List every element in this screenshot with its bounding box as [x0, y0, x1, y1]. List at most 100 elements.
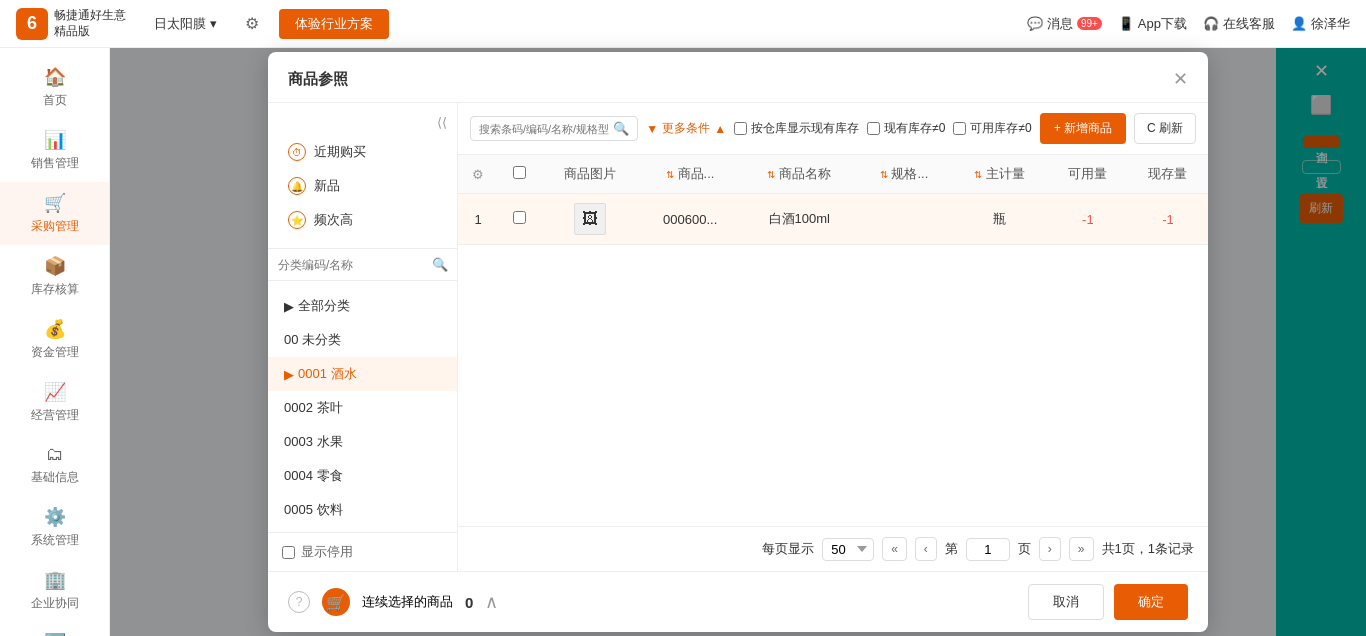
sidebar-label-business: 经营管理	[31, 407, 79, 424]
left-nav-new[interactable]: 🔔 新品	[278, 170, 447, 202]
sort-icon-spec: ⇅	[880, 169, 888, 180]
check-available-nonzero-filter[interactable]: 可用库存≠0	[953, 120, 1031, 137]
page-label: 第	[945, 540, 958, 558]
sidebar-item-finance[interactable]: 💰 资金管理	[0, 308, 109, 371]
category-0001-label: 0001 酒水	[298, 365, 357, 383]
settings-button[interactable]: ⚙	[237, 10, 267, 37]
left-nav-frequent[interactable]: ⭐ 频次高	[278, 204, 447, 236]
sidebar-item-inventory[interactable]: 📦 库存核算	[0, 245, 109, 308]
confirm-button[interactable]: 确定	[1114, 584, 1188, 620]
per-page-select[interactable]: 50 100	[822, 538, 874, 561]
category-list: ▶ 全部分类 00 未分类 ▶ 0001 酒水 0002 茶	[268, 281, 457, 532]
phone-icon: 📱	[1118, 16, 1134, 31]
new-icon: 🔔	[288, 177, 306, 195]
select-all-checkbox[interactable]	[513, 166, 526, 179]
right-toolbar: 🔍 ▼ 更多条件 ▲ 按仓库显示现有库存	[458, 103, 1208, 155]
category-search-input[interactable]	[278, 258, 428, 272]
th-code[interactable]: ⇅ 商品...	[639, 155, 741, 194]
main-content: ✕ ⬜ 查询 设置 刷新 商品参照 ✕	[110, 48, 1366, 636]
collapse-footer-icon[interactable]: ∧	[485, 591, 498, 613]
per-page-label: 每页显示	[762, 540, 814, 558]
purchase-icon: 🛒	[44, 192, 66, 214]
table-row[interactable]: 1 🖼 000600... 白酒100ml 瓶	[458, 194, 1208, 245]
th-settings[interactable]: ⚙	[458, 155, 498, 194]
category-0004[interactable]: 0004 零食	[268, 459, 457, 493]
th-name[interactable]: ⇅ 商品名称	[741, 155, 857, 194]
prev-page-button[interactable]: ‹	[915, 537, 937, 561]
stock-nonzero-label: 现有库存≠0	[884, 120, 945, 137]
category-all[interactable]: ▶ 全部分类	[268, 289, 457, 323]
cancel-button[interactable]: 取消	[1028, 584, 1104, 620]
show-disabled-checkbox[interactable]	[282, 546, 295, 559]
user-avatar[interactable]: 👤 徐泽华	[1291, 15, 1350, 33]
app-download-item[interactable]: 📱 App下载	[1118, 15, 1187, 33]
category-0005[interactable]: 0005 饮料	[268, 493, 457, 527]
sidebar-item-purchase[interactable]: 🛒 采购管理	[0, 182, 109, 245]
inventory-icon: 📦	[44, 255, 66, 277]
row-select-checkbox[interactable]	[513, 211, 526, 224]
product-search-input[interactable]	[479, 123, 609, 135]
help-icon[interactable]: ?	[288, 591, 310, 613]
category-0002[interactable]: 0002 茶叶	[268, 391, 457, 425]
sidebar-item-system[interactable]: ⚙️ 系统管理	[0, 496, 109, 559]
th-spec[interactable]: ⇅ 规格...	[857, 155, 951, 194]
modal-close-button[interactable]: ✕	[1173, 68, 1188, 90]
next-page-button[interactable]: ›	[1039, 537, 1061, 561]
online-service-item[interactable]: 🎧 在线客服	[1203, 15, 1275, 33]
row-name: 白酒100ml	[741, 194, 857, 245]
category-00[interactable]: 00 未分类	[268, 323, 457, 357]
sidebar-item-sales[interactable]: 📊 销售管理	[0, 119, 109, 182]
sort-icon-code: ⇅	[666, 169, 674, 180]
th-image: 商品图片	[540, 155, 639, 194]
logo-text: 畅捷通好生意精品版	[54, 8, 126, 39]
page-suffix: 页	[1018, 540, 1031, 558]
modal-overlay: 商品参照 ✕ ⟨⟨ ⏱ 近期购买	[110, 48, 1366, 636]
messages-label: 消息	[1047, 15, 1073, 33]
more-filter-button[interactable]: ▼ 更多条件 ▲	[646, 120, 726, 137]
collapse-left-button[interactable]: ⟨⟨	[437, 115, 447, 130]
finance-icon: 💰	[44, 318, 66, 340]
app-download-label: App下载	[1138, 15, 1187, 33]
try-industry-button[interactable]: 体验行业方案	[279, 9, 389, 39]
sidebar-item-home[interactable]: 🏠 首页	[0, 56, 109, 119]
show-disabled-label: 显示停用	[301, 543, 353, 561]
th-checkbox[interactable]	[498, 155, 540, 194]
category-0003[interactable]: 0003 水果	[268, 425, 457, 459]
last-page-button[interactable]: »	[1069, 537, 1094, 561]
home-icon: 🏠	[44, 66, 66, 88]
sidebar-item-basic[interactable]: 🗂 基础信息	[0, 434, 109, 496]
total-label: 共1页，1条记录	[1102, 540, 1194, 558]
frequent-icon: ⭐	[288, 211, 306, 229]
first-page-button[interactable]: «	[882, 537, 907, 561]
new-label: 新品	[314, 177, 340, 195]
warehouse-checkbox[interactable]	[734, 122, 747, 135]
cart-icon[interactable]: 🛒	[322, 588, 350, 616]
category-0004-label: 0004 零食	[284, 467, 343, 485]
category-0001[interactable]: ▶ 0001 酒水	[268, 357, 457, 391]
row-code: 000600...	[639, 194, 741, 245]
add-product-button[interactable]: + 新增商品	[1040, 113, 1126, 144]
page-input[interactable]	[966, 538, 1010, 561]
check-stock-nonzero-filter[interactable]: 现有库存≠0	[867, 120, 945, 137]
chevron-down-icon: ▾	[210, 16, 217, 31]
row-checkbox[interactable]	[498, 194, 540, 245]
modal-footer: ? 🛒 连续选择的商品 0 ∧ 取消 确定	[268, 571, 1208, 632]
category-search: 🔍	[268, 249, 457, 281]
left-nav-recent[interactable]: ⏱ 近期购买	[278, 136, 447, 168]
th-unit[interactable]: ⇅ 主计量	[951, 155, 1048, 194]
row-unit: 瓶	[951, 194, 1048, 245]
stock-nonzero-checkbox[interactable]	[867, 122, 880, 135]
messages-nav-item[interactable]: 💬 消息 99	[1027, 15, 1102, 33]
product-search-box: 🔍	[470, 116, 638, 141]
sidebar-item-collab[interactable]: 🏢 企业协同	[0, 559, 109, 622]
sidebar-item-guide[interactable]: 🆕 新手引导	[0, 622, 109, 636]
category-0002-label: 0002 茶叶	[284, 399, 343, 417]
refresh-button[interactable]: C 刷新	[1134, 113, 1196, 144]
available-nonzero-checkbox[interactable]	[953, 122, 966, 135]
message-icon: 💬	[1027, 16, 1043, 31]
check-warehouse-filter[interactable]: 按仓库显示现有库存	[734, 120, 859, 137]
sidebar-item-business[interactable]: 📈 经营管理	[0, 371, 109, 434]
headset-icon: 🎧	[1203, 16, 1219, 31]
nav-dropdown-industry[interactable]: 日太阳膜 ▾	[146, 11, 225, 37]
row-num: 1	[458, 194, 498, 245]
